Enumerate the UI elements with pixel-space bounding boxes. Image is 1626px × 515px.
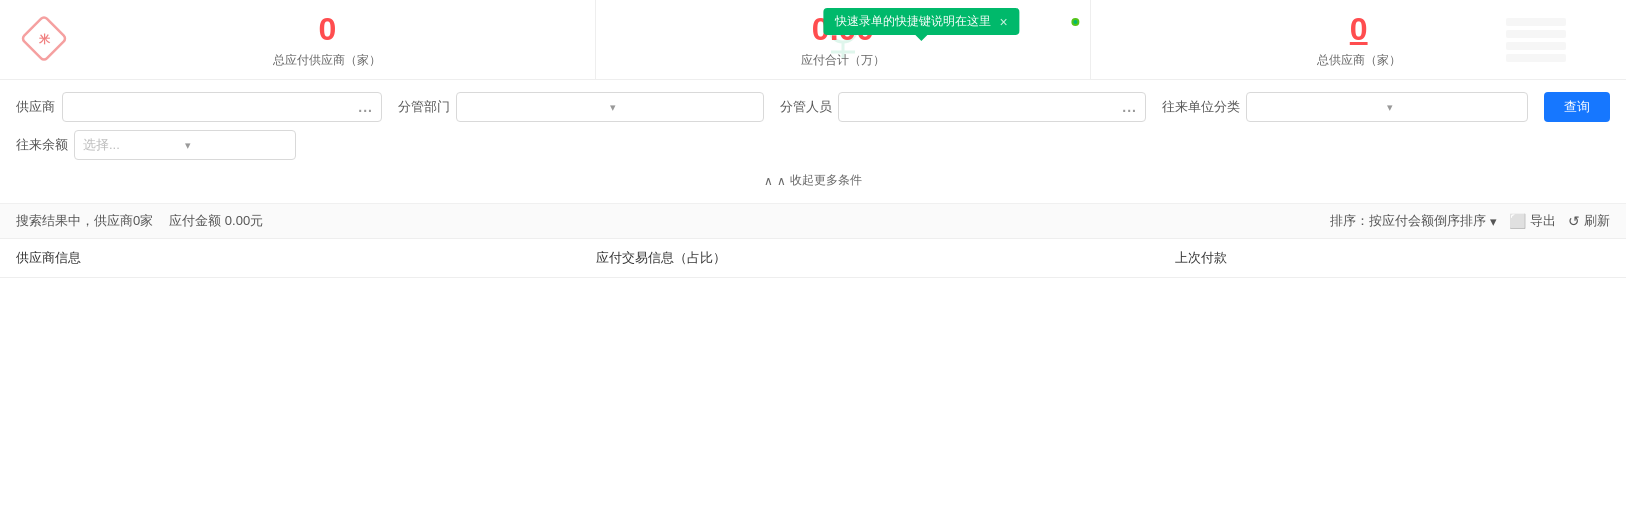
stat-payable-total: 0.00 应付合计（万） 快速录单的快捷键说明在这里 ×	[596, 0, 1092, 79]
refresh-button[interactable]: ↺ 刷新	[1568, 212, 1610, 230]
refresh-label: 刷新	[1584, 212, 1610, 230]
stat-label-payable-suppliers: 总应付供应商（家）	[273, 52, 381, 69]
filter-bar: 供应商 ... 分管部门 ▾ 分管人员 ... 往来单位分类	[0, 80, 1626, 204]
person-label: 分管人员	[780, 98, 832, 116]
supplier-input-wrapper[interactable]: ...	[62, 92, 382, 122]
category-chevron-icon: ▾	[1387, 101, 1519, 114]
result-actions: 排序：按应付会额倒序排序 ▾ ⬜ 导出 ↺ 刷新	[1330, 212, 1610, 230]
stats-bar: 米 0 总应付供应商（家） 0.00 应付合计（万） 快速录单的快捷键说明在这里…	[0, 0, 1626, 80]
category-label: 往来单位分类	[1162, 98, 1240, 116]
person-dots-btn[interactable]: ...	[1122, 99, 1137, 115]
export-icon: ⬜	[1509, 213, 1526, 229]
stat-label-total-suppliers: 总供应商（家）	[1317, 52, 1401, 69]
filter-person: 分管人员 ...	[780, 92, 1146, 122]
balance-chevron-icon: ▾	[185, 139, 287, 152]
supplier-label: 供应商	[16, 98, 56, 116]
person-input[interactable]	[847, 100, 1122, 115]
dept-select[interactable]: ▾	[456, 92, 764, 122]
supplier-dots-btn[interactable]: ...	[358, 99, 373, 115]
refresh-icon: ↺	[1568, 213, 1580, 229]
stat-total-payable-suppliers: 0 总应付供应商（家）	[0, 0, 596, 79]
stat-total-suppliers: 0 总供应商（家）	[1091, 0, 1626, 79]
collapse-up-icon: ∧ ∧	[764, 174, 785, 188]
balance-label: 往来余额	[16, 136, 68, 154]
sort-icon: ▾	[1490, 214, 1497, 229]
balance-placeholder: 选择...	[83, 136, 185, 154]
logo-diamond: 米	[20, 14, 68, 65]
person-input-wrapper[interactable]: ...	[838, 92, 1146, 122]
collapse-row: ∧ ∧ 收起更多条件	[16, 168, 1610, 197]
category-select[interactable]: ▾	[1246, 92, 1528, 122]
dept-label: 分管部门	[398, 98, 450, 116]
sort-label: 排序：按应付会额倒序排序	[1330, 212, 1486, 230]
filter-dept: 分管部门 ▾	[398, 92, 764, 122]
dept-chevron-icon: ▾	[610, 101, 755, 114]
filter-row-1: 供应商 ... 分管部门 ▾ 分管人员 ... 往来单位分类	[16, 92, 1610, 122]
svg-text:米: 米	[38, 32, 51, 44]
stat-label-payable-total: 应付合计（万）	[801, 52, 885, 69]
filter-supplier: 供应商 ...	[16, 92, 382, 122]
col-last-payment: 上次付款	[1175, 249, 1610, 267]
filter-row-2: 往来余额 选择... ▾	[16, 130, 1610, 160]
table-body	[0, 278, 1626, 515]
collapse-button[interactable]: ∧ ∧ 收起更多条件	[764, 172, 861, 189]
result-bar: 搜索结果中，供应商0家 应付金额 0.00元 排序：按应付会额倒序排序 ▾ ⬜ …	[0, 204, 1626, 239]
collapse-label: 收起更多条件	[790, 172, 862, 189]
stat-value-payable-suppliers: 0	[318, 10, 336, 48]
result-info: 搜索结果中，供应商0家 应付金额 0.00元	[16, 212, 263, 230]
col-transaction-info: 应付交易信息（占比）	[596, 249, 1176, 267]
query-button[interactable]: 查询	[1544, 92, 1610, 122]
result-summary: 搜索结果中，供应商0家	[16, 212, 153, 230]
tooltip-banner: 快速录单的快捷键说明在这里 ×	[823, 8, 1019, 35]
result-amount: 应付金额 0.00元	[169, 212, 263, 230]
filter-category: 往来单位分类 ▾	[1162, 92, 1528, 122]
sort-button[interactable]: 排序：按应付会额倒序排序 ▾	[1330, 212, 1497, 230]
tooltip-close-btn[interactable]: ×	[999, 15, 1007, 29]
filter-balance: 往来余额 选择... ▾	[16, 130, 296, 160]
balance-select[interactable]: 选择... ▾	[74, 130, 296, 160]
supplier-input[interactable]	[71, 100, 358, 115]
stat-value-total-suppliers: 0	[1350, 10, 1368, 48]
bg-boxes	[1506, 18, 1566, 62]
col-supplier-info: 供应商信息	[16, 249, 596, 267]
export-button[interactable]: ⬜ 导出	[1509, 212, 1556, 230]
table-header: 供应商信息 应付交易信息（占比） 上次付款	[0, 239, 1626, 278]
tooltip-text: 快速录单的快捷键说明在这里	[835, 13, 991, 30]
export-label: 导出	[1530, 212, 1556, 230]
tooltip-dot	[1072, 18, 1080, 26]
